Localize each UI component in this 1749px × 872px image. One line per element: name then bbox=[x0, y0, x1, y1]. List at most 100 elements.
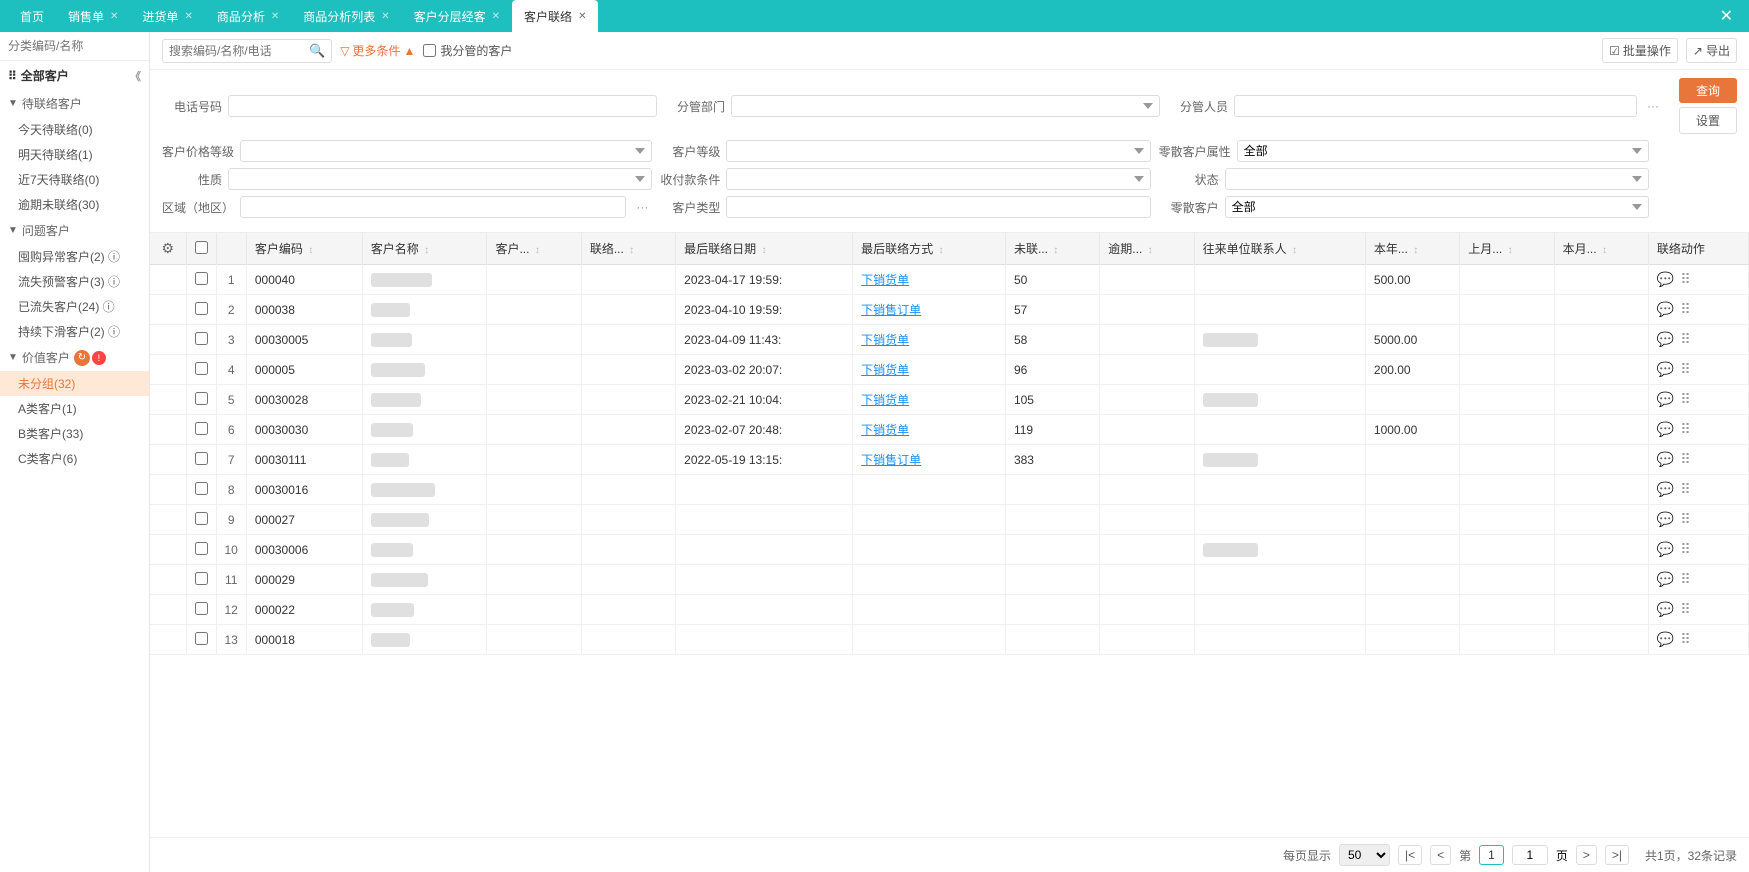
first-page-btn[interactable]: |< bbox=[1398, 845, 1422, 865]
last-contact-method-col-header[interactable]: 最后联络方式 ↕ bbox=[853, 233, 1006, 265]
row-actions-4[interactable]: 💬 ⠿ bbox=[1648, 385, 1748, 415]
row-actions-12[interactable]: 💬 ⠿ bbox=[1648, 625, 1748, 655]
row-actions-0[interactable]: 💬 ⠿ bbox=[1648, 265, 1748, 295]
row-checkbox-6[interactable] bbox=[186, 445, 216, 475]
row-last-contact-method-0[interactable]: 下销货单 bbox=[853, 265, 1006, 295]
more-icon-3[interactable]: ⠿ bbox=[1680, 361, 1690, 378]
sidebar-item-tomorrow[interactable]: 明天待联络(1) bbox=[0, 142, 149, 167]
customer-type-input[interactable] bbox=[726, 196, 1150, 218]
contact-col-header[interactable]: 联络... ↕ bbox=[581, 233, 675, 265]
payment-select[interactable] bbox=[726, 168, 1150, 190]
row-checkbox-9[interactable] bbox=[186, 535, 216, 565]
last-page-btn[interactable]: >| bbox=[1605, 845, 1629, 865]
close-customer-segment[interactable]: ✕ bbox=[492, 11, 500, 22]
close-product-analysis-list[interactable]: ✕ bbox=[381, 11, 389, 22]
close-sales-order[interactable]: ✕ bbox=[110, 11, 118, 22]
row-last-contact-method-7[interactable] bbox=[853, 475, 1006, 505]
person-dotdot[interactable]: ··· bbox=[1643, 99, 1663, 113]
more-icon-4[interactable]: ⠿ bbox=[1680, 391, 1690, 408]
row-checkbox-3[interactable] bbox=[186, 355, 216, 385]
tab-sales-order[interactable]: 销售单 ✕ bbox=[56, 0, 130, 32]
chat-icon-7[interactable]: 💬 bbox=[1657, 481, 1674, 498]
status-select[interactable] bbox=[1225, 168, 1649, 190]
row-checkbox-5[interactable] bbox=[186, 415, 216, 445]
close-customer-contact[interactable]: ✕ bbox=[578, 11, 586, 22]
more-icon-0[interactable]: ⠿ bbox=[1680, 271, 1690, 288]
sidebar-item-ungroued[interactable]: 未分组(32) bbox=[0, 371, 149, 396]
row-actions-1[interactable]: 💬 ⠿ bbox=[1648, 295, 1748, 325]
row-checkbox-2[interactable] bbox=[186, 325, 216, 355]
row-last-contact-method-3[interactable]: 下销货单 bbox=[853, 355, 1006, 385]
batch-ops-btn[interactable]: ☑ 批量操作 bbox=[1602, 38, 1678, 63]
row-actions-9[interactable]: 💬 ⠿ bbox=[1648, 535, 1748, 565]
checkbox-col-header[interactable] bbox=[186, 233, 216, 265]
search-box[interactable]: 🔍 bbox=[162, 39, 332, 63]
more-icon-2[interactable]: ⠿ bbox=[1680, 331, 1690, 348]
all-customers-header[interactable]: ⠿ 全部客户 《 bbox=[0, 61, 149, 90]
scattered-select[interactable]: 全部 bbox=[1225, 196, 1649, 218]
contact-person-col-header[interactable]: 往来单位联系人 ↕ bbox=[1194, 233, 1365, 265]
last-month-col-header[interactable]: 上月... ↕ bbox=[1460, 233, 1554, 265]
page-size-select[interactable]: 50 20 100 bbox=[1339, 844, 1390, 866]
pending-contact-group[interactable]: ▼ 待联络客户 bbox=[0, 90, 149, 117]
sidebar-item-churned[interactable]: 已流失客户(24) ⓘ bbox=[0, 294, 149, 319]
export-btn[interactable]: ↗ 导出 bbox=[1686, 38, 1737, 63]
sidebar-collapse-btn[interactable]: 《 bbox=[130, 68, 141, 84]
row-checkbox-8[interactable] bbox=[186, 505, 216, 535]
row-last-contact-method-4[interactable]: 下销货单 bbox=[853, 385, 1006, 415]
row-last-contact-method-5[interactable]: 下销货单 bbox=[853, 415, 1006, 445]
chat-icon-10[interactable]: 💬 bbox=[1657, 571, 1674, 588]
chat-icon-2[interactable]: 💬 bbox=[1657, 331, 1674, 348]
more-icon-11[interactable]: ⠿ bbox=[1680, 601, 1690, 618]
row-actions-2[interactable]: 💬 ⠿ bbox=[1648, 325, 1748, 355]
tab-purchase-order[interactable]: 进货单 ✕ bbox=[130, 0, 204, 32]
row-last-contact-method-10[interactable] bbox=[853, 565, 1006, 595]
row-checkbox-12[interactable] bbox=[186, 625, 216, 655]
chat-icon-12[interactable]: 💬 bbox=[1657, 631, 1674, 648]
row-checkbox-7[interactable] bbox=[186, 475, 216, 505]
more-conditions-btn[interactable]: ▽ 更多条件 ▲ bbox=[340, 42, 415, 59]
chat-icon-0[interactable]: 💬 bbox=[1657, 271, 1674, 288]
row-checkbox-11[interactable] bbox=[186, 595, 216, 625]
search-input[interactable] bbox=[169, 44, 309, 58]
prev-page-btn[interactable]: < bbox=[1430, 845, 1451, 865]
chat-icon-9[interactable]: 💬 bbox=[1657, 541, 1674, 558]
chat-icon-11[interactable]: 💬 bbox=[1657, 601, 1674, 618]
row-actions-7[interactable]: 💬 ⠿ bbox=[1648, 475, 1748, 505]
dept-select[interactable] bbox=[731, 95, 1160, 117]
name-col-header[interactable]: 客户名称 ↕ bbox=[362, 233, 487, 265]
chat-icon-8[interactable]: 💬 bbox=[1657, 511, 1674, 528]
tab-home[interactable]: 首页 bbox=[8, 0, 56, 32]
row-actions-3[interactable]: 💬 ⠿ bbox=[1648, 355, 1748, 385]
close-product-analysis[interactable]: ✕ bbox=[271, 11, 279, 22]
nature-select[interactable] bbox=[228, 168, 652, 190]
sidebar-item-overdue[interactable]: 逾期未联络(30) bbox=[0, 192, 149, 217]
row-last-contact-method-2[interactable]: 下销货单 bbox=[853, 325, 1006, 355]
select-all-checkbox[interactable] bbox=[195, 241, 208, 254]
scattered-attr-select[interactable]: 全部 bbox=[1237, 140, 1649, 162]
chat-icon-5[interactable]: 💬 bbox=[1657, 421, 1674, 438]
query-button[interactable]: 查询 bbox=[1679, 78, 1737, 103]
tab-product-analysis-list[interactable]: 商品分析列表 ✕ bbox=[291, 0, 401, 32]
more-icon-12[interactable]: ⠿ bbox=[1680, 631, 1690, 648]
row-actions-6[interactable]: 💬 ⠿ bbox=[1648, 445, 1748, 475]
sidebar-item-class-c[interactable]: C类客户(6) bbox=[0, 446, 149, 471]
tab-customer-contact[interactable]: 客户联络 ✕ bbox=[512, 0, 598, 32]
row-actions-5[interactable]: 💬 ⠿ bbox=[1648, 415, 1748, 445]
sidebar-item-stockpile[interactable]: 囤购异常客户(2) ⓘ bbox=[0, 244, 149, 269]
gear-icon[interactable]: ⚙ bbox=[161, 240, 174, 256]
region-input[interactable] bbox=[240, 196, 626, 218]
this-year-col-header[interactable]: 本年... ↕ bbox=[1365, 233, 1459, 265]
row-checkbox-0[interactable] bbox=[186, 265, 216, 295]
chat-icon-3[interactable]: 💬 bbox=[1657, 361, 1674, 378]
more-icon-1[interactable]: ⠿ bbox=[1680, 301, 1690, 318]
more-icon-9[interactable]: ⠿ bbox=[1680, 541, 1690, 558]
sidebar-search-box[interactable]: 🔍 bbox=[0, 32, 149, 61]
sidebar-search-input[interactable] bbox=[8, 39, 150, 53]
row-actions-8[interactable]: 💬 ⠿ bbox=[1648, 505, 1748, 535]
row-last-contact-method-9[interactable] bbox=[853, 535, 1006, 565]
row-last-contact-method-8[interactable] bbox=[853, 505, 1006, 535]
reset-button[interactable]: 设置 bbox=[1679, 107, 1737, 134]
row-actions-10[interactable]: 💬 ⠿ bbox=[1648, 565, 1748, 595]
global-close-button[interactable]: ✕ bbox=[1712, 6, 1741, 26]
